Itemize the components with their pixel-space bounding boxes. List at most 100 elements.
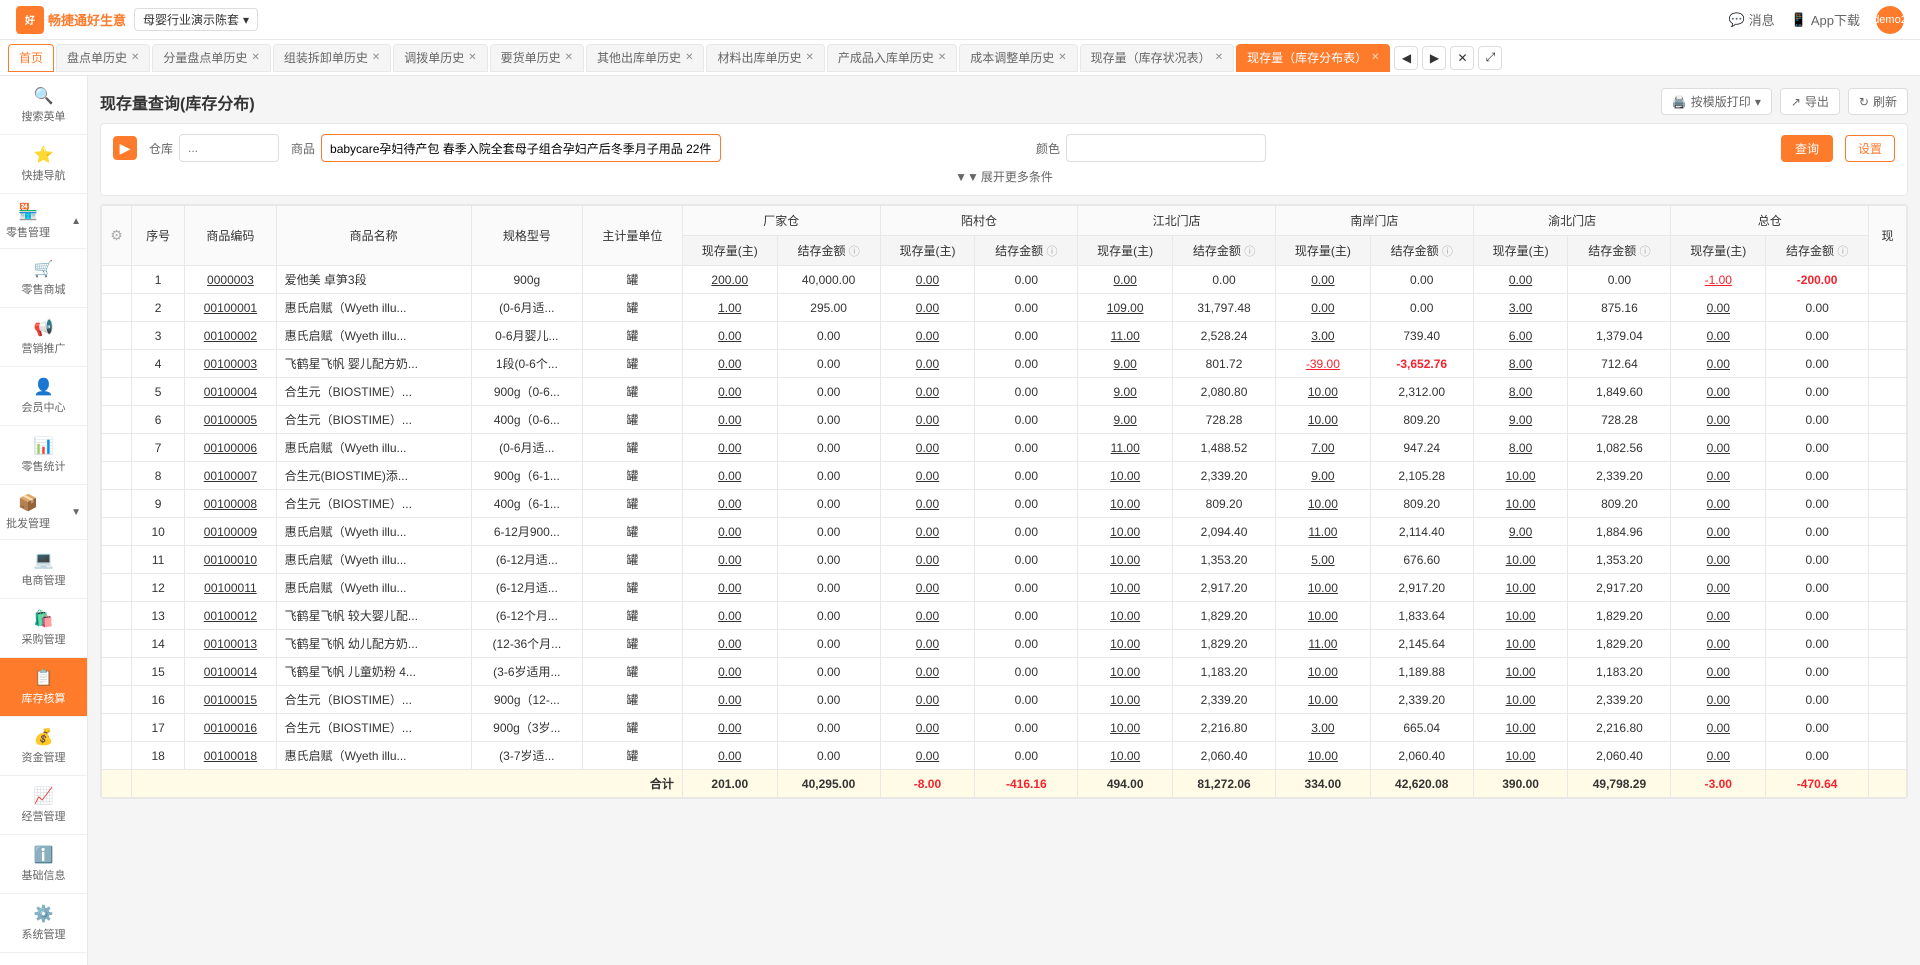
cell-total-qty: 0.00 — [1671, 350, 1766, 378]
tab-expand-btn[interactable]: ⤢ — [1478, 46, 1502, 70]
close-icon[interactable]: ✕ — [1215, 52, 1223, 63]
cell-jbmd-amt: 2,216.80 — [1173, 714, 1276, 742]
ecom-icon: 💻 — [34, 550, 54, 570]
avatar[interactable]: demo2 — [1876, 6, 1904, 34]
ybmd-amt-info-icon[interactable]: ⓘ — [1640, 246, 1651, 258]
sidebar-item-search[interactable]: 🔍 搜索英单 — [0, 76, 87, 135]
sidebar-item-nav[interactable]: ⭐ 快捷导航 — [0, 135, 87, 194]
expand-arrow-btn[interactable]: ▶ — [113, 136, 137, 160]
sidebar-item-ecom[interactable]: 💻 电商管理 — [0, 540, 87, 599]
cell-name: 合生元（BIOSTIME）... — [276, 378, 471, 406]
close-icon[interactable]: ✕ — [468, 52, 476, 63]
cell-settings — [102, 434, 132, 462]
expand-row: ▼▼ 展开更多条件 — [113, 168, 1895, 185]
cell-chj-amt: 0.00 — [777, 322, 880, 350]
close-icon[interactable]: ✕ — [685, 52, 693, 63]
close-icon[interactable]: ✕ — [805, 52, 813, 63]
tab-material-out[interactable]: 材料出库单历史 ✕ — [706, 44, 824, 72]
settings-icon[interactable]: ⚙ — [110, 227, 123, 243]
close-icon[interactable]: ✕ — [938, 52, 946, 63]
sidebar-item-ops[interactable]: 📈 经营管理 — [0, 776, 87, 835]
export-btn[interactable]: ↗ 导出 — [1780, 88, 1840, 115]
tab-stock-dist[interactable]: 现存量（库存分布表） ✕ — [1236, 44, 1390, 72]
cell-name: 合生元（BIOSTIME）... — [276, 406, 471, 434]
tab-other-out[interactable]: 其他出库单历史 ✕ — [586, 44, 704, 72]
tab-cost-adjust[interactable]: 成本调整单历史 ✕ — [959, 44, 1077, 72]
tab-assembly[interactable]: 组装拆卸单历史 ✕ — [273, 44, 391, 72]
cell-mcj-amt: 0.00 — [975, 630, 1078, 658]
cell-ybmd-qty: 9.00 — [1473, 406, 1568, 434]
chj-amt-info-icon[interactable]: ⓘ — [849, 246, 860, 258]
close-icon[interactable]: ✕ — [251, 52, 259, 63]
close-icon[interactable]: ✕ — [1058, 52, 1066, 63]
sidebar-item-base[interactable]: ℹ️ 基础信息 — [0, 835, 87, 894]
sidebar-item-marketing[interactable]: 📢 营销推广 — [0, 308, 87, 367]
cell-current — [1869, 574, 1907, 602]
sidebar-item-retail-shop[interactable]: 🛒 零售商城 — [0, 249, 87, 308]
cell-namd-amt: 809.20 — [1370, 490, 1473, 518]
cell-chj-qty: 0.00 — [682, 490, 777, 518]
close-icon[interactable]: ✕ — [372, 52, 380, 63]
goods-input[interactable] — [321, 134, 721, 162]
namd-amt-info-icon[interactable]: ⓘ — [1442, 246, 1453, 258]
cell-namd-amt: 947.24 — [1370, 434, 1473, 462]
cell-jbmd-amt: 809.20 — [1173, 490, 1276, 518]
cell-namd-amt: 0.00 — [1370, 294, 1473, 322]
tab-requisition[interactable]: 要货单历史 ✕ — [490, 44, 584, 72]
color-input[interactable] — [1066, 134, 1266, 162]
tab-finished-in[interactable]: 产成品入库单历史 ✕ — [827, 44, 957, 72]
sidebar-item-system[interactable]: ⚙️ 系统管理 — [0, 894, 87, 953]
cell-chj-qty: 0.00 — [682, 630, 777, 658]
cell-ybmd-amt: 712.64 — [1568, 350, 1671, 378]
cell-no: 12 — [132, 574, 185, 602]
cell-current — [1869, 462, 1907, 490]
sidebar-item-purchase[interactable]: 🛍️ 采购管理 — [0, 599, 87, 658]
total-amt-info-icon[interactable]: ⓘ — [1837, 246, 1848, 258]
cell-unit: 罐 — [582, 322, 682, 350]
sidebar-item-member[interactable]: 👤 会员中心 — [0, 367, 87, 426]
sidebar-item-wholesale[interactable]: 📦 批发管理 ▼ — [0, 485, 87, 540]
sidebar-item-inventory[interactable]: 📋 库存核算 — [0, 658, 87, 717]
table-row: 12 00100011 惠氏启赋（Wyeth illu... (6-12月适..… — [102, 574, 1907, 602]
cell-jbmd-qty: 9.00 — [1078, 378, 1173, 406]
tab-more-btn[interactable]: ✕ — [1450, 46, 1474, 70]
print-btn[interactable]: 🖨️ 按模版打印 ▾ — [1661, 88, 1772, 115]
tab-stock-status[interactable]: 现存量（库存状况表） ✕ — [1080, 44, 1234, 72]
cell-unit: 罐 — [582, 434, 682, 462]
expand-conditions-btn[interactable]: ▼▼ 展开更多条件 — [955, 168, 1053, 185]
mcj-amt-info-icon[interactable]: ⓘ — [1047, 246, 1058, 258]
sidebar-item-collab[interactable]: 🤝 企业协同 — [0, 953, 87, 965]
warehouse-input[interactable] — [179, 134, 279, 162]
jbmd-amt-info-icon[interactable]: ⓘ — [1244, 246, 1255, 258]
cell-chj-amt: 0.00 — [777, 658, 880, 686]
tab-transfer[interactable]: 调拨单历史 ✕ — [393, 44, 487, 72]
main-content: 现存量查询(库存分布) 🖨️ 按模版打印 ▾ ↗ 导出 ↻ 刷新 ▶ 仓库 — [88, 76, 1920, 965]
set-btn[interactable]: 设置 — [1845, 135, 1895, 162]
tab-inventory-count[interactable]: 盘点单历史 ✕ — [56, 44, 150, 72]
cell-mcj-amt: 0.00 — [975, 714, 1078, 742]
close-icon[interactable]: ✕ — [1371, 52, 1379, 63]
close-icon[interactable]: ✕ — [131, 52, 139, 63]
cell-sum-jbmd-amt: 81,272.06 — [1173, 770, 1276, 798]
tab-home[interactable]: 首页 — [8, 44, 54, 72]
color-label: 颜色 — [1036, 140, 1060, 157]
query-btn[interactable]: 查询 — [1781, 135, 1833, 162]
close-icon[interactable]: ✕ — [565, 52, 573, 63]
tab-prev-btn[interactable]: ◀ — [1394, 46, 1418, 70]
refresh-btn[interactable]: ↻ 刷新 — [1848, 88, 1908, 115]
cell-total-amt: 0.00 — [1766, 574, 1869, 602]
store-select[interactable]: 母婴行业演示陈套 ▾ — [134, 8, 258, 31]
app-download-btn[interactable]: 📱 App下载 — [1791, 10, 1860, 29]
cell-settings — [102, 714, 132, 742]
message-btn[interactable]: 💬 消息 — [1728, 10, 1774, 29]
tab-sub-count[interactable]: 分量盘点单历史 ✕ — [152, 44, 270, 72]
sidebar-item-finance[interactable]: 💰 资金管理 — [0, 717, 87, 776]
tab-next-btn[interactable]: ▶ — [1422, 46, 1446, 70]
cell-chj-qty: 1.00 — [682, 294, 777, 322]
download-icon: 📱 — [1791, 12, 1807, 28]
col-spec-header: 规格型号 — [471, 206, 582, 266]
cell-settings — [102, 378, 132, 406]
table-row: 18 00100018 惠氏启赋（Wyeth illu... (3-7岁适...… — [102, 742, 1907, 770]
sidebar-item-retail-stats[interactable]: 📊 零售统计 — [0, 426, 87, 485]
sidebar-item-retail-manage[interactable]: 🏪 零售管理 ▲ — [0, 194, 87, 249]
